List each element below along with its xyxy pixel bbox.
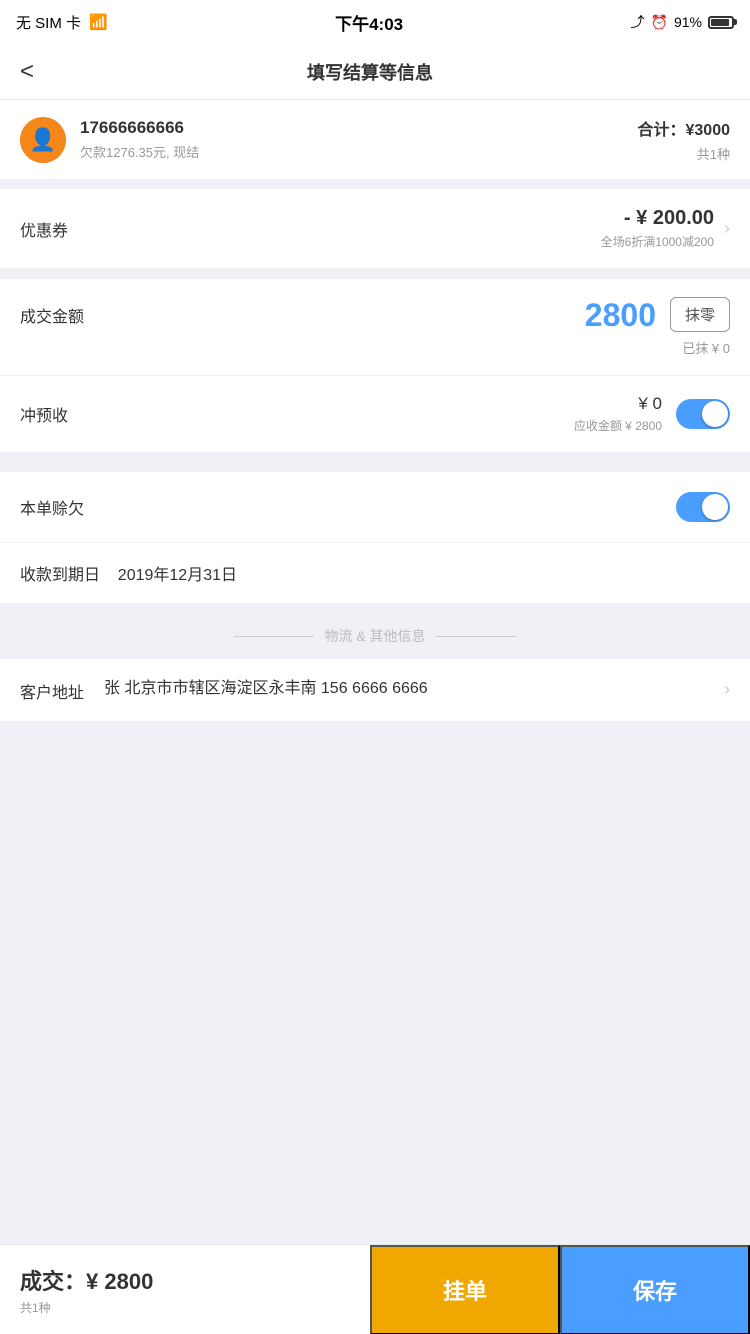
total-count: 共1种 (638, 144, 731, 163)
page-title: 填写结算等信息 (50, 59, 690, 85)
coupon-right: - ¥ 200.00 全场6折满1000减200 › (601, 207, 730, 250)
customer-left: 👤 17666666666 欠款1276.35元, 现结 (20, 117, 199, 163)
coupon-desc: 全场6折满1000减200 (601, 233, 714, 250)
total-amount: 合计：¥3000 (638, 116, 731, 140)
battery-fill (711, 19, 729, 26)
coupon-amount: - ¥ 200.00 (601, 207, 714, 230)
prepaid-section: 冲预收 ¥ 0 应收金额 ¥ 2800 (0, 376, 750, 452)
battery-percent: 91% (674, 14, 702, 30)
amount-sub: 已抹 ¥ 0 (20, 338, 730, 357)
coupon-row[interactable]: 优惠券 - ¥ 200.00 全场6折满1000减200 › (0, 189, 750, 269)
nav-bar: < 填写结算等信息 (0, 44, 750, 100)
coupon-label: 优惠券 (20, 217, 68, 241)
alarm-icon: ⏰ (651, 14, 668, 31)
duedate-section: 收款到期日 2019年12月31日 (0, 542, 750, 603)
duedate-label: 收款到期日 (20, 567, 100, 584)
debit-toggle[interactable] (676, 492, 730, 522)
gap-2 (0, 452, 750, 462)
carrier-text: 无 SIM 卡 (16, 12, 81, 33)
debit-toggle-knob (702, 494, 728, 520)
bottom-summary: 成交：¥ 2800 共1种 (0, 1264, 370, 1316)
gap-1 (0, 269, 750, 279)
prepaid-top: 冲预收 ¥ 0 应收金额 ¥ 2800 (20, 394, 730, 434)
prepaid-amount: ¥ 0 应收金额 ¥ 2800 (574, 394, 662, 434)
bottom-deal: 成交：¥ 2800 (20, 1264, 350, 1296)
customer-phone: 17666666666 (80, 118, 199, 138)
avatar-icon: 👤 (29, 127, 56, 153)
amount-label: 成交金额 (20, 303, 84, 327)
address-section[interactable]: 客户地址 张 北京市市辖区海淀区永丰南 156 6666 6666 › (0, 659, 750, 721)
status-left: 无 SIM 卡 📶 (16, 12, 108, 33)
bottom-count: 共1种 (20, 1299, 350, 1316)
status-bar: 无 SIM 卡 📶 下午4:03 ⤴ ⏰ 91% (0, 0, 750, 44)
customer-debt: 欠款1276.35元, 现结 (80, 142, 199, 161)
logistics-text: 物流 & 其他信息 (234, 626, 515, 646)
bottom-deal-label: 成交： (20, 1269, 86, 1294)
bottom-bar: 成交：¥ 2800 共1种 挂单 保存 (0, 1244, 750, 1334)
customer-card: 👤 17666666666 欠款1276.35元, 现结 合计：¥3000 共1… (0, 100, 750, 179)
prepaid-value: ¥ 0 (574, 394, 662, 414)
duedate-content: 收款到期日 2019年12月31日 (20, 567, 237, 584)
address-content: 张 北京市市辖区海淀区永丰南 156 6666 6666 (104, 677, 724, 701)
amount-row: 成交金额 2800 抹零 (20, 297, 730, 332)
duedate-value: 2019年12月31日 (118, 567, 237, 584)
content: 👤 17666666666 欠款1276.35元, 现结 合计：¥3000 共1… (0, 100, 750, 811)
wifi-icon: 📶 (89, 13, 108, 31)
prepaid-sub: 应收金额 ¥ 2800 (574, 417, 662, 434)
logistics-divider: 物流 & 其他信息 (0, 613, 750, 659)
back-button[interactable]: < (20, 58, 34, 86)
debit-label: 本单赊欠 (20, 495, 84, 519)
status-time: 下午4:03 (335, 10, 403, 35)
hang-order-button[interactable]: 挂单 (370, 1245, 560, 1334)
amount-value: 2800 (585, 299, 656, 331)
status-right: ⤴ ⏰ 91% (631, 12, 734, 32)
debit-section: 本单赊欠 (0, 472, 750, 542)
battery-bar (708, 16, 734, 29)
address-label: 客户地址 (20, 679, 84, 703)
amount-right: 2800 抹零 (585, 297, 730, 332)
prepaid-toggle[interactable] (676, 399, 730, 429)
round-button[interactable]: 抹零 (670, 297, 730, 332)
prepaid-label: 冲预收 (20, 402, 68, 426)
avatar: 👤 (20, 117, 66, 163)
address-chevron-icon: › (724, 679, 730, 700)
bottom-deal-amount: ¥ 2800 (86, 1269, 153, 1294)
prepaid-right: ¥ 0 应收金额 ¥ 2800 (574, 394, 730, 434)
coupon-chevron-icon: › (724, 218, 730, 239)
location-icon: ⤴ (631, 12, 645, 32)
customer-right: 合计：¥3000 共1种 (638, 116, 731, 163)
customer-info: 17666666666 欠款1276.35元, 现结 (80, 118, 199, 161)
toggle-knob (702, 401, 728, 427)
save-button[interactable]: 保存 (560, 1245, 750, 1334)
amount-section: 成交金额 2800 抹零 已抹 ¥ 0 (0, 279, 750, 376)
